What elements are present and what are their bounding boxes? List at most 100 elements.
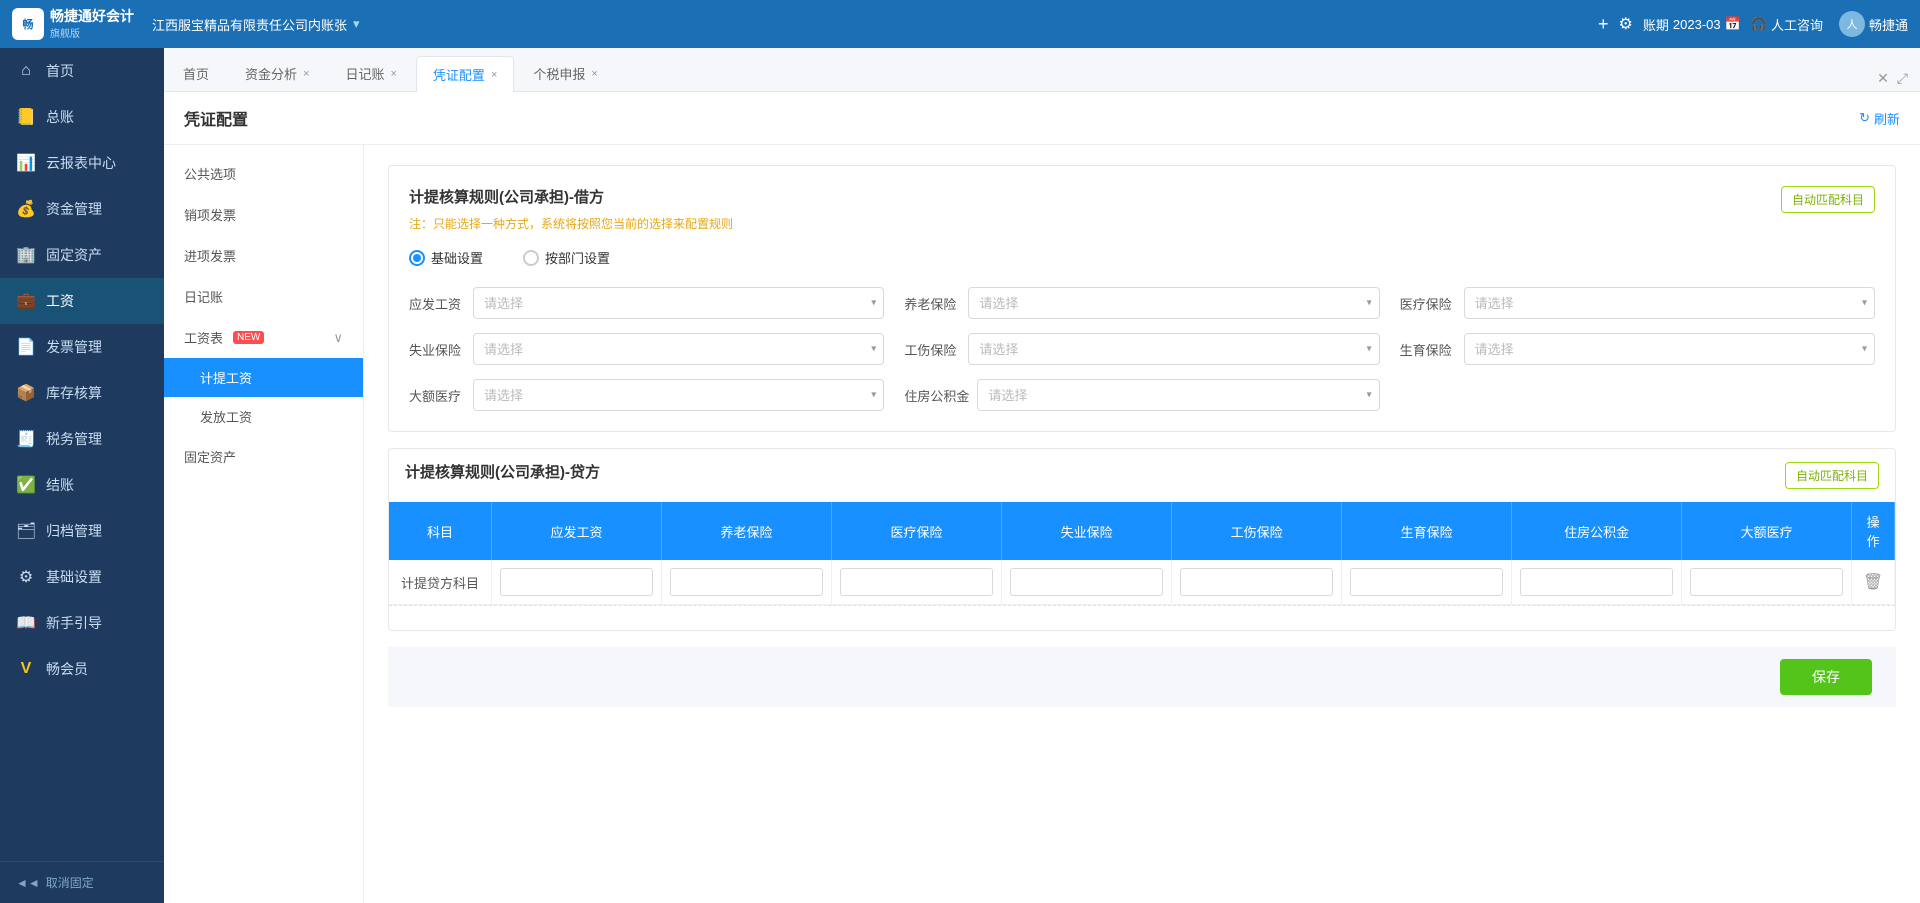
pension-select-wrapper: 请选择 ▾ — [968, 287, 1379, 319]
save-button[interactable]: 保存 — [1780, 659, 1872, 695]
sub-nav-journal[interactable]: 日记账 — [164, 276, 363, 317]
unemployment-select[interactable]: 请选择 — [473, 333, 884, 365]
tab-journal-close[interactable]: × — [390, 68, 396, 80]
tab-tax[interactable]: 个税申报 × — [516, 55, 614, 91]
sidebar-item-checkout[interactable]: ✅ 结账 — [0, 462, 164, 508]
page-header: 凭证配置 ↻ 刷新 — [164, 92, 1920, 145]
sidebar-item-assets[interactable]: 🏢 固定资产 — [0, 232, 164, 278]
col-large-medical: 大额医疗 — [1682, 502, 1852, 560]
debit-auto-match-button[interactable]: 自动匹配科目 — [1781, 186, 1875, 213]
content-area: 首页 资金分析 × 日记账 × 凭证配置 × 个税申报 × ✕ ⤢ — [164, 48, 1920, 903]
medical-label: 医疗保险 — [1400, 294, 1456, 313]
fund-icon: 💰 — [16, 199, 36, 219]
tab-journal[interactable]: 日记账 × — [328, 55, 413, 91]
page-title: 凭证配置 — [184, 106, 248, 130]
sidebar-item-reports[interactable]: 📊 云报表中心 — [0, 140, 164, 186]
sub-nav-public[interactable]: 公共选项 — [164, 153, 363, 194]
sidebar-item-guide[interactable]: 📖 新手引导 — [0, 600, 164, 646]
row-housing-input[interactable] — [1520, 568, 1673, 596]
injury-select-wrapper: 请选择 ▾ — [968, 333, 1379, 365]
sub-nav-purchase-invoice[interactable]: 进项发票 — [164, 235, 363, 276]
sidebar-item-member[interactable]: V 畅会员 — [0, 646, 164, 692]
form-area: 计提核算规则(公司承担)-借方 注：只能选择一种方式，系统将按照您当前的选择来配… — [364, 145, 1920, 903]
close-window-button[interactable]: ✕ — [1877, 70, 1889, 87]
delete-row-button[interactable]: 🗑 — [1863, 574, 1883, 591]
row-medical-cell — [832, 560, 1002, 605]
sub-nav-salary-accrual[interactable]: 计提工资 — [164, 358, 363, 397]
sidebar-item-tax[interactable]: 🧾 税务管理 — [0, 416, 164, 462]
tab-voucher-close[interactable]: × — [491, 69, 497, 81]
sidebar-item-fund[interactable]: 💰 资金管理 — [0, 186, 164, 232]
tab-fund[interactable]: 资金分析 × — [228, 55, 326, 91]
row-salary-input[interactable] — [500, 568, 653, 596]
sub-nav-fixed-assets[interactable]: 固定资产 — [164, 436, 363, 477]
row-medical-input[interactable] — [840, 568, 993, 596]
field-maternity: 生育保险 请选择 ▾ — [1400, 333, 1875, 365]
tab-voucher[interactable]: 凭证配置 × — [416, 56, 514, 92]
tab-fund-close[interactable]: × — [303, 68, 309, 80]
user-menu[interactable]: 人 畅捷通 — [1839, 11, 1908, 37]
tab-home[interactable]: 首页 — [166, 55, 226, 91]
large-medical-select[interactable]: 请选择 — [473, 379, 884, 411]
sidebar-item-invoice[interactable]: 📄 发票管理 — [0, 324, 164, 370]
sidebar-item-salary[interactable]: 💼 工资 — [0, 278, 164, 324]
sub-nav-salary-table[interactable]: 工资表 NEW ∨ — [164, 317, 363, 358]
credit-section-footer — [389, 605, 1895, 630]
calendar-icon[interactable]: 📅 — [1725, 16, 1741, 32]
sub-nav-sales-invoice[interactable]: 销项发票 — [164, 194, 363, 235]
row-salary-cell — [492, 560, 662, 605]
salary-label: 应发工资 — [409, 294, 465, 313]
col-salary: 应发工资 — [492, 502, 662, 560]
credit-section: 计提核算规则(公司承担)-贷方 自动匹配科目 科目 应发工资 养老保险 医疗保险… — [388, 448, 1896, 631]
sidebar-item-home[interactable]: ⌂ 首页 — [0, 48, 164, 94]
housing-fund-label: 住房公积金 — [904, 386, 969, 405]
col-injury: 工伤保险 — [1172, 502, 1342, 560]
field-injury: 工伤保险 请选择 ▾ — [904, 333, 1379, 365]
pension-select[interactable]: 请选择 — [968, 287, 1379, 319]
housing-fund-select[interactable]: 请选择 — [977, 379, 1379, 411]
col-pension: 养老保险 — [662, 502, 832, 560]
row-pension-cell — [662, 560, 832, 605]
maternity-select[interactable]: 请选择 — [1464, 333, 1875, 365]
radio-dept-circle — [523, 250, 539, 266]
refresh-button[interactable]: ↻ 刷新 — [1859, 109, 1900, 128]
row-action-cell: 🗑 — [1852, 560, 1895, 605]
row-injury-input[interactable] — [1180, 568, 1333, 596]
field-housing-fund: 住房公积金 请选择 ▾ — [904, 379, 1379, 411]
medical-select[interactable]: 请选择 — [1464, 287, 1875, 319]
row-large-medical-input[interactable] — [1690, 568, 1843, 596]
company-dropdown-icon[interactable]: ▾ — [353, 16, 360, 32]
row-unemployment-input[interactable] — [1010, 568, 1163, 596]
radio-basic[interactable]: 基础设置 — [409, 248, 483, 267]
debit-form-grid: 应发工资 请选择 ▾ 养老保险 — [409, 287, 1875, 411]
maximize-window-button[interactable]: ⤢ — [1897, 70, 1908, 87]
add-tab-button[interactable]: + — [1598, 14, 1609, 35]
col-housing: 住房公积金 — [1512, 502, 1682, 560]
sidebar-item-settings[interactable]: ⚙ 基础设置 — [0, 554, 164, 600]
inventory-icon: 📦 — [16, 383, 36, 403]
unemployment-select-wrapper: 请选择 ▾ — [473, 333, 884, 365]
row-pension-input[interactable] — [670, 568, 823, 596]
injury-select[interactable]: 请选择 — [968, 333, 1379, 365]
row-unemployment-cell — [1002, 560, 1172, 605]
member-icon: V — [16, 660, 36, 678]
sidebar-item-inventory[interactable]: 📦 库存核算 — [0, 370, 164, 416]
settings-icon[interactable]: ⚙ — [1619, 14, 1633, 34]
sidebar-item-archive[interactable]: 🗂 归档管理 — [0, 508, 164, 554]
refresh-icon: ↻ — [1859, 110, 1870, 126]
cancel-pin-button[interactable]: ◄◄ 取消固定 — [0, 861, 164, 903]
sub-nav-salary-payment[interactable]: 发放工资 — [164, 397, 363, 436]
salary-select[interactable]: 请选择 — [473, 287, 884, 319]
radio-dept[interactable]: 按部门设置 — [523, 248, 610, 267]
credit-auto-match-button[interactable]: 自动匹配科目 — [1785, 462, 1879, 489]
row-large-medical-cell — [1682, 560, 1852, 605]
row-subject-label: 计提贷方科目 — [389, 560, 492, 605]
tab-tax-close[interactable]: × — [591, 68, 597, 80]
service-button[interactable]: 🎧 人工咨询 — [1751, 15, 1823, 34]
col-maternity: 生育保险 — [1342, 502, 1512, 560]
maternity-select-wrapper: 请选择 ▾ — [1464, 333, 1875, 365]
field-large-medical: 大额医疗 请选择 ▾ — [409, 379, 884, 411]
row-maternity-input[interactable] — [1350, 568, 1503, 596]
injury-label: 工伤保险 — [904, 340, 960, 359]
sidebar-item-ledger[interactable]: 📒 总账 — [0, 94, 164, 140]
